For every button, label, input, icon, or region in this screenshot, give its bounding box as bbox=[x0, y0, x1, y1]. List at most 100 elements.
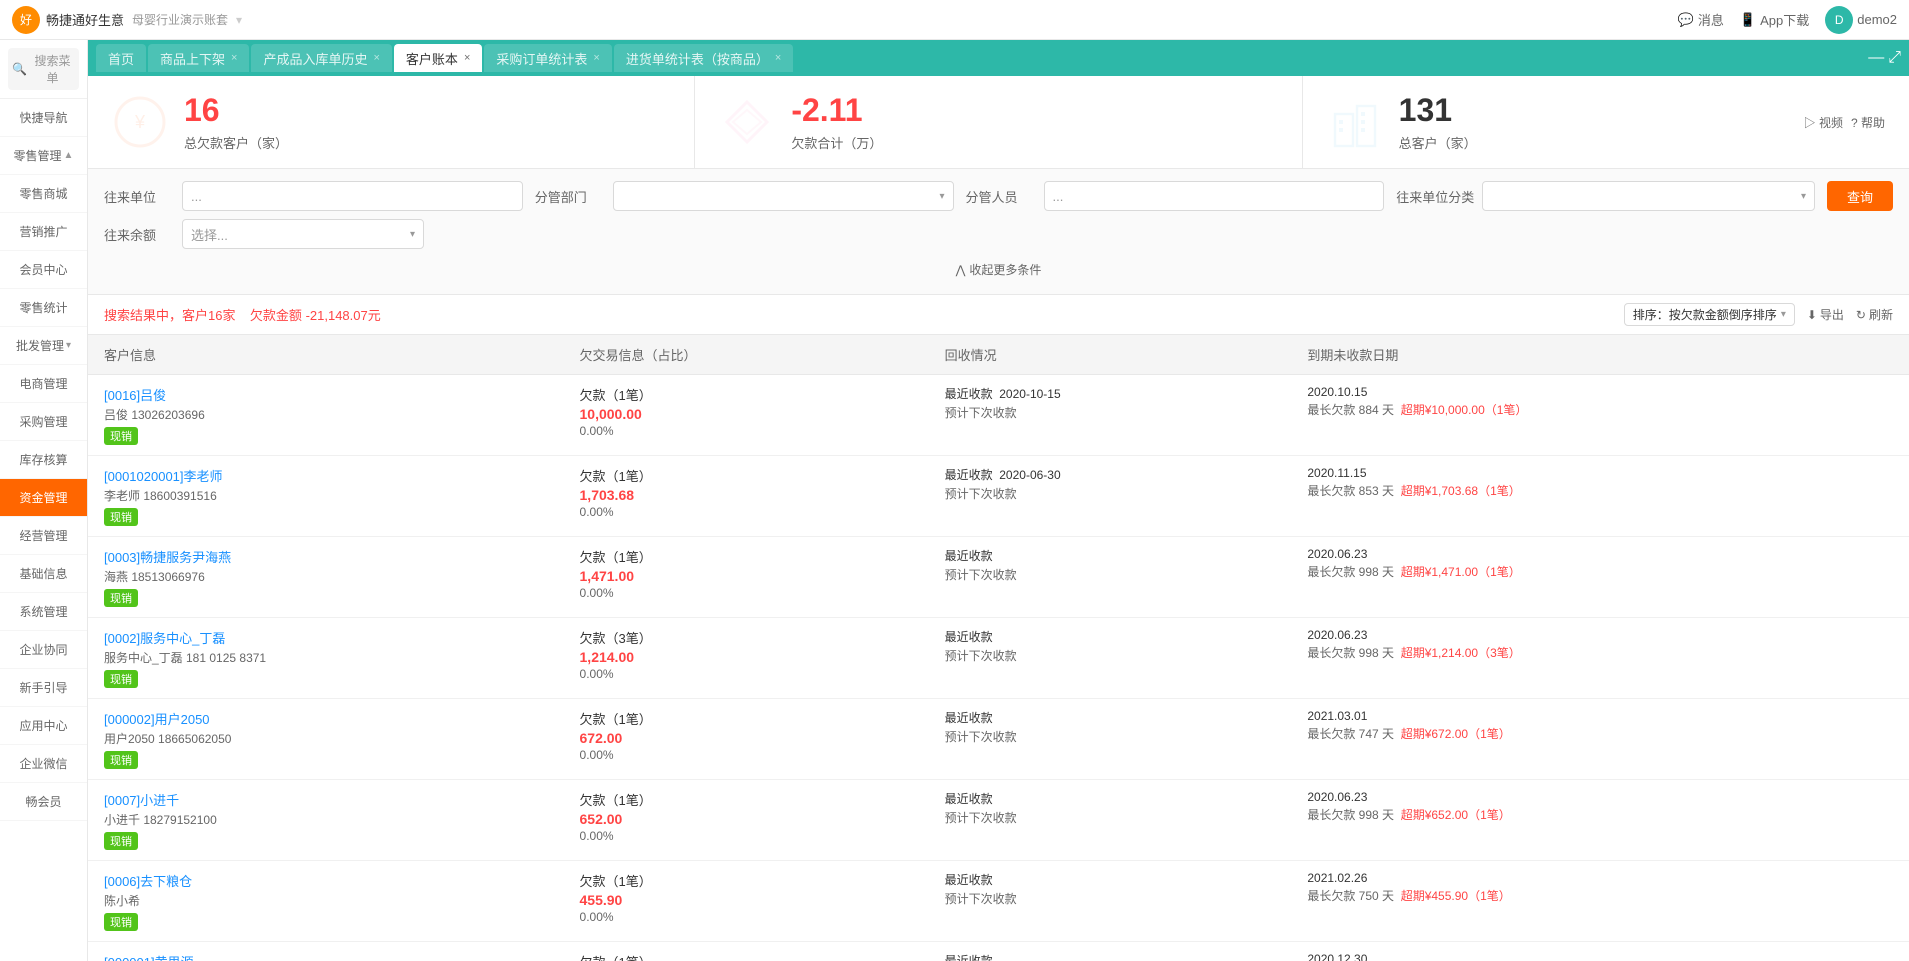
overdue-days-6: 最长欠款 750 天 超期¥455.90（1笔） bbox=[1307, 887, 1893, 904]
sidebar-item-marketing[interactable]: 营销推广 bbox=[0, 213, 87, 251]
sidebar-item-finance[interactable]: 资金管理 bbox=[0, 479, 87, 517]
sidebar-item-wechat[interactable]: 企业微信 bbox=[0, 745, 87, 783]
debt-count-7: 欠款（1笔） bbox=[580, 952, 913, 961]
table-body: [0016]吕俊 吕俊 13026203696 现销 欠款（1笔） 10,000… bbox=[88, 375, 1909, 961]
cell-return-1: 最近收款 2020-06-30 预计下次收款 bbox=[929, 456, 1292, 537]
debt-amount-4[interactable]: 672.00 bbox=[580, 730, 913, 746]
customer-name-link-5[interactable]: [0007]小进千 bbox=[104, 793, 179, 808]
overdue-link-2[interactable]: 超期¥1,471.00（1笔） bbox=[1401, 565, 1521, 579]
tab-close-products[interactable]: × bbox=[231, 52, 237, 64]
tab-minimize-button[interactable]: — bbox=[1868, 50, 1884, 66]
search-button[interactable]: 查询 bbox=[1827, 181, 1893, 211]
debt-amount-1[interactable]: 1,703.68 bbox=[580, 487, 913, 503]
tab-close-production[interactable]: × bbox=[373, 52, 379, 64]
balance-chevron: ▾ bbox=[410, 229, 415, 240]
debt-ratio-4: 0.00% bbox=[580, 748, 913, 762]
customer-name-link-3[interactable]: [0002]服务中心_丁磊 bbox=[104, 631, 225, 646]
message-action[interactable]: 💬 消息 bbox=[1678, 10, 1724, 29]
unit-class-select[interactable]: ▾ bbox=[1482, 181, 1815, 211]
cell-debt-5: 欠款（1笔） 652.00 0.00% bbox=[564, 780, 929, 861]
dropdown-arrow[interactable]: ▾ bbox=[236, 13, 242, 27]
collapse-up-icon: ⋀ bbox=[956, 263, 966, 277]
tab-maximize-button[interactable]: ⤢ bbox=[1888, 50, 1901, 66]
debt-ratio-6: 0.00% bbox=[580, 910, 913, 924]
cell-due-5: 2020.06.23 最长欠款 998 天 超期¥652.00（1笔） bbox=[1291, 780, 1909, 861]
overdue-link-1[interactable]: 超期¥1,703.68（1笔） bbox=[1401, 484, 1521, 498]
sidebar-item-system[interactable]: 系统管理 bbox=[0, 593, 87, 631]
user-action[interactable]: D demo2 bbox=[1825, 6, 1897, 34]
debt-count-3: 欠款（3笔） bbox=[580, 628, 913, 647]
customer-tag-6: 现销 bbox=[104, 913, 138, 931]
customer-name-link-4[interactable]: [000002]用户2050 bbox=[104, 712, 210, 727]
debt-amount-6[interactable]: 455.90 bbox=[580, 892, 913, 908]
overdue-link-3[interactable]: 超期¥1,214.00（3笔） bbox=[1401, 646, 1521, 660]
top-bar: 好 畅捷通好生意 母婴行业演示账套 ▾ 💬 消息 📱 App下载 D demo2 bbox=[0, 0, 1909, 40]
customer-name-link-6[interactable]: [0006]去下粮仓 bbox=[104, 874, 192, 889]
sidebar-item-retail-mgmt[interactable]: 零售管理 ▲ bbox=[0, 137, 87, 175]
filter-source-unit: 往来单位 ... bbox=[104, 181, 523, 211]
export-button[interactable]: ⬇ 导出 bbox=[1807, 306, 1844, 323]
sidebar-item-retail-mall[interactable]: 零售商城 bbox=[0, 175, 87, 213]
tab-close-stats[interactable]: × bbox=[775, 52, 781, 64]
customer-name-link-0[interactable]: [0016]吕俊 bbox=[104, 388, 166, 403]
next-payment-5: 预计下次收款 bbox=[945, 809, 1276, 826]
debt-amount-2[interactable]: 1,471.00 bbox=[580, 568, 913, 584]
app-download-action[interactable]: 📱 App下载 bbox=[1740, 10, 1809, 29]
tab-production-history[interactable]: 产成品入库单历史 × bbox=[251, 44, 391, 72]
overdue-days-5: 最长欠款 998 天 超期¥652.00（1笔） bbox=[1307, 806, 1893, 823]
sidebar-item-operations[interactable]: 经营管理 bbox=[0, 517, 87, 555]
sort-select[interactable]: 排序：按欠款金额倒序排序 ▾ bbox=[1624, 303, 1795, 326]
cell-customer-2: [0003]畅捷服务尹海燕 海燕 18513066976 现销 bbox=[88, 537, 564, 618]
debt-amount-5[interactable]: 652.00 bbox=[580, 811, 913, 827]
sidebar-item-ecommerce[interactable]: 电商管理 bbox=[0, 365, 87, 403]
sidebar-item-member-plus[interactable]: 畅会员 bbox=[0, 783, 87, 821]
tab-products-offline[interactable]: 商品上下架 × bbox=[148, 44, 249, 72]
sidebar-item-retail-stats[interactable]: 零售统计 bbox=[0, 289, 87, 327]
sidebar-item-app-center[interactable]: 应用中心 bbox=[0, 707, 87, 745]
person-input[interactable]: ... bbox=[1044, 181, 1385, 211]
last-payment-3: 最近收款 bbox=[945, 628, 1276, 645]
user-name: demo2 bbox=[1857, 12, 1897, 27]
tab-home[interactable]: 首页 bbox=[96, 44, 146, 72]
dept-select[interactable]: ▾ bbox=[613, 181, 954, 211]
sidebar-item-enterprise[interactable]: 企业协同 bbox=[0, 631, 87, 669]
page-content: ¥ 16 总欠款客户（家） bbox=[88, 76, 1909, 961]
sidebar-item-inventory[interactable]: 库存核算 bbox=[0, 441, 87, 479]
sidebar-item-newbie[interactable]: 新手引导 bbox=[0, 669, 87, 707]
video-action[interactable]: ▷ 视频 bbox=[1804, 114, 1843, 131]
tab-close-customer[interactable]: × bbox=[464, 52, 470, 64]
sidebar-item-member[interactable]: 会员中心 bbox=[0, 251, 87, 289]
sidebar-item-purchase[interactable]: 采购管理 bbox=[0, 403, 87, 441]
table-row: [000002]用户2050 用户2050 18665062050 现销 欠款（… bbox=[88, 699, 1909, 780]
overdue-link-0[interactable]: 超期¥10,000.00（1笔） bbox=[1401, 403, 1528, 417]
customer-name-link-1[interactable]: [0001020001]李老师 bbox=[104, 469, 223, 484]
stat-debt-amount: -2.11 欠款合计（万） bbox=[695, 76, 1302, 168]
overdue-link-5[interactable]: 超期¥652.00（1笔） bbox=[1401, 808, 1511, 822]
tab-bar: 首页 商品上下架 × 产成品入库单历史 × 客户账本 × 采购订单统计表 × bbox=[88, 40, 1909, 76]
tab-close-purchase[interactable]: × bbox=[593, 52, 599, 64]
refresh-label: 刷新 bbox=[1869, 306, 1893, 323]
overdue-link-4[interactable]: 超期¥672.00（1笔） bbox=[1401, 727, 1511, 741]
help-action[interactable]: ? 帮助 bbox=[1851, 114, 1885, 131]
balance-select[interactable]: 选择... ▾ bbox=[182, 219, 424, 249]
tab-customer-account[interactable]: 客户账本 × bbox=[394, 44, 482, 72]
tab-purchase-order[interactable]: 采购订单统计表 × bbox=[484, 44, 611, 72]
refresh-button[interactable]: ↻ 刷新 bbox=[1856, 306, 1893, 323]
customer-name-link-2[interactable]: [0003]畅捷服务尹海燕 bbox=[104, 550, 231, 565]
customer-tag-5: 现销 bbox=[104, 832, 138, 850]
debt-amount-0[interactable]: 10,000.00 bbox=[580, 406, 913, 422]
sort-label: 排序：按欠款金额倒序排序 bbox=[1633, 306, 1777, 323]
tab-purchase-stats[interactable]: 进货单统计表（按商品） × bbox=[614, 44, 793, 72]
collapse-button[interactable]: ⋀ 收起更多条件 bbox=[952, 257, 1046, 282]
sidebar-item-quick-nav[interactable]: 快捷导航 bbox=[0, 99, 87, 137]
sidebar-item-basic-info[interactable]: 基础信息 bbox=[0, 555, 87, 593]
overdue-link-6[interactable]: 超期¥455.90（1笔） bbox=[1401, 889, 1511, 903]
search-menu-button[interactable]: 🔍 搜索菜单 bbox=[8, 48, 79, 90]
sidebar-search: 🔍 搜索菜单 bbox=[0, 40, 87, 99]
tab-bar-actions: — ⤢ bbox=[1868, 50, 1901, 66]
next-payment-0: 预计下次收款 bbox=[945, 404, 1276, 421]
debt-amount-3[interactable]: 1,214.00 bbox=[580, 649, 913, 665]
customer-name-link-7[interactable]: [000001]黄思源 bbox=[104, 955, 194, 961]
source-unit-input[interactable]: ... bbox=[182, 181, 523, 211]
sidebar-item-batch-mgmt[interactable]: 批发管理 ▾ bbox=[0, 327, 87, 365]
